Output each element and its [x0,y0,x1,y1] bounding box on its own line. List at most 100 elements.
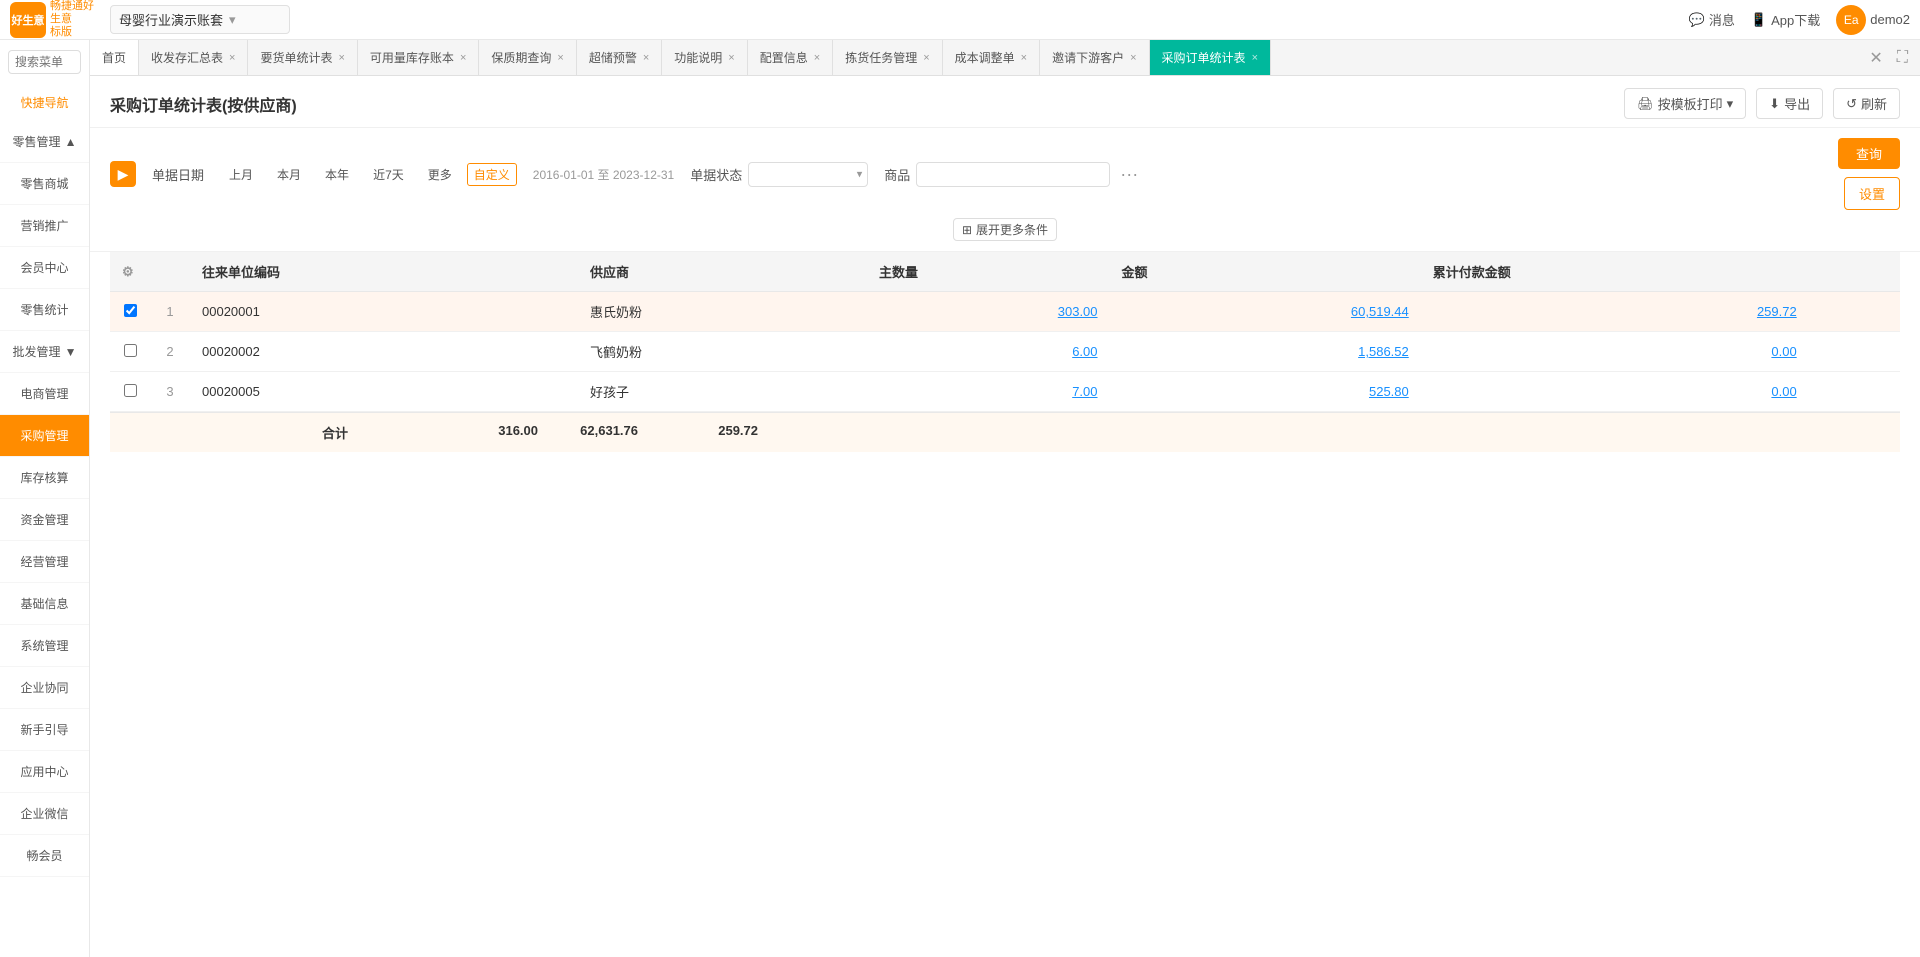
tab-overstock-alert[interactable]: 超储预警 × [577,40,662,76]
tab-collect-summary[interactable]: 收发存汇总表 × [139,40,248,76]
sidebar-item-finance[interactable]: 资金管理 [0,499,89,541]
sidebar-item-quick-nav[interactable]: 快捷导航 [0,84,89,121]
sidebar-item-app-center[interactable]: 应用中心 [0,751,89,793]
tab-available-inventory[interactable]: 可用量库存账本 × [358,40,479,76]
tab-cost-adjust[interactable]: 成本调整单 × [943,40,1040,76]
row-paid[interactable]: 0.00 [1421,372,1809,412]
row-seq: 3 [150,372,190,412]
action-buttons: 查询 设置 [1838,138,1900,210]
sidebar-item-inventory[interactable]: 库存核算 [0,457,89,499]
row-paid[interactable]: 259.72 [1421,292,1809,332]
tab-shelf-life[interactable]: 保质期查询 × [479,40,576,76]
date-range-display: 2016-01-01 至 2023-12-31 [533,166,674,183]
settings-icon[interactable]: ⚙ [122,264,134,279]
expand-more-btn[interactable]: ⊞ 展开更多条件 [953,218,1057,241]
sidebar-item-biz-mgmt[interactable]: 经营管理 [0,541,89,583]
sidebar-item-ecommerce[interactable]: 电商管理 [0,373,89,415]
tab-close-invite-downstream[interactable]: × [1130,52,1136,64]
table-row[interactable]: 2 00020002 飞鹤奶粉 6.00 1,586.52 0.00 [110,332,1900,372]
tab-close-cost-adjust[interactable]: × [1021,52,1027,64]
sidebar-item-basic-info[interactable]: 基础信息 [0,583,89,625]
tab-close-collect-summary[interactable]: × [229,52,235,64]
tab-close-overstock-alert[interactable]: × [643,52,649,64]
query-button[interactable]: 查询 [1838,138,1900,169]
tab-requisition-summary[interactable]: 要货单统计表 × [248,40,357,76]
message-label: 消息 [1709,10,1735,29]
tab-bar: 首页 收发存汇总表 × 要货单统计表 × 可用量库存账本 × 保质期查询 × [90,40,1920,76]
sidebar-item-sys-mgmt[interactable]: 系统管理 [0,625,89,667]
sidebar-item-wholesale-mgmt[interactable]: 批发管理 ▼ [0,331,89,373]
sidebar-item-retail-shop[interactable]: 零售商城 [0,163,89,205]
export-icon: ⬇ [1769,96,1780,112]
table-row[interactable]: 1 00020001 惠氏奶粉 303.00 60,519.44 259.72 [110,292,1900,332]
sidebar: 快捷导航 零售管理 ▲ 零售商城 营销推广 会员中心 零售统计 批发管理 ▼ 电… [0,40,90,957]
date-btn-this-month[interactable]: 本月 [268,163,310,186]
row-qty[interactable]: 7.00 [867,372,1109,412]
date-btn-more[interactable]: 更多 [419,163,461,186]
sidebar-item-purchase-mgmt[interactable]: 采购管理 [0,415,89,457]
date-btn-last-month[interactable]: 上月 [220,163,262,186]
sidebar-item-vip[interactable]: 畅会员 [0,835,89,877]
sidebar-item-marketing[interactable]: 营销推广 [0,205,89,247]
sidebar-item-member-center[interactable]: 会员中心 [0,247,89,289]
row-qty[interactable]: 303.00 [867,292,1109,332]
search-input[interactable] [8,50,81,74]
tab-picking-tasks[interactable]: 拣货任务管理 × [833,40,942,76]
tab-close-purchase-order-summary[interactable]: × [1252,52,1258,64]
sidebar-item-retail-stats[interactable]: 零售统计 [0,289,89,331]
row-qty[interactable]: 6.00 [867,332,1109,372]
status-filter-field: 单据状态 [690,162,868,187]
tab-close-config-info[interactable]: × [814,52,820,64]
print-button[interactable]: 🖨 按模板打印 ▾ [1624,88,1746,119]
sidebar-item-new-guide[interactable]: 新手引导 [0,709,89,751]
user-info[interactable]: Ea demo2 [1836,5,1910,35]
table-row[interactable]: 3 00020005 好孩子 7.00 525.80 0.00 [110,372,1900,412]
settings-button[interactable]: 设置 [1844,177,1900,210]
app-download-btn[interactable]: 📱 App下载 [1751,10,1820,29]
tab-close-func-desc[interactable]: × [728,52,734,64]
workspace-selector[interactable]: 母婴行业演示账套 ▾ [110,5,290,34]
row-amount[interactable]: 60,519.44 [1110,292,1421,332]
date-filter-label: 单据日期 [152,165,204,184]
row-extra [1809,372,1900,412]
export-button[interactable]: ⬇ 导出 [1756,88,1823,119]
sidebar-search-area [0,40,89,84]
row-checkbox-cell[interactable] [110,332,150,372]
row-seq: 2 [150,332,190,372]
tab-close-all-btn[interactable]: ✕ [1865,44,1886,72]
filter-area: ▶ 单据日期 上月 本月 本年 近7天 更多 自定义 2016-01-01 至 … [90,128,1920,252]
sidebar-item-retail-mgmt[interactable]: 零售管理 ▲ [0,121,89,163]
workspace-arrow: ▾ [229,12,236,28]
tab-config-info[interactable]: 配置信息 × [748,40,833,76]
tab-invite-downstream[interactable]: 邀请下游客户 × [1040,40,1149,76]
goods-filter-input[interactable] [916,162,1110,187]
sidebar-item-enterprise[interactable]: 企业协同 [0,667,89,709]
date-quick-btns: 上月 本月 本年 近7天 更多 自定义 [220,163,517,186]
tab-close-shelf-life[interactable]: × [557,52,563,64]
date-btn-7days[interactable]: 近7天 [364,163,413,186]
tab-maximize-btn[interactable]: ⛶ [1893,45,1912,71]
tab-func-desc[interactable]: 功能说明 × [662,40,747,76]
row-amount[interactable]: 1,586.52 [1110,332,1421,372]
row-amount[interactable]: 525.80 [1110,372,1421,412]
tab-close-available-inventory[interactable]: × [460,52,466,64]
status-filter-select[interactable] [748,162,868,187]
sidebar-item-enterprise-wx[interactable]: 企业微信 [0,793,89,835]
date-btn-this-year[interactable]: 本年 [316,163,358,186]
date-btn-custom[interactable]: 自定义 [467,163,517,186]
filter-toggle-btn[interactable]: ▶ [110,161,136,187]
tab-close-picking-tasks[interactable]: × [923,52,929,64]
row-checkbox-cell[interactable] [110,372,150,412]
goods-filter-more-btn[interactable]: ··· [1120,164,1138,185]
tab-close-requisition-summary[interactable]: × [338,52,344,64]
refresh-label: 刷新 [1861,94,1887,113]
message-btn[interactable]: 💬 消息 [1689,10,1735,29]
goods-filter-field: 商品 ··· [884,162,1138,187]
row-paid[interactable]: 0.00 [1421,332,1809,372]
sidebar-label-wholesale-mgmt: 批发管理 [13,343,61,360]
refresh-button[interactable]: ↺ 刷新 [1833,88,1900,119]
tab-home[interactable]: 首页 [90,40,139,76]
row-checkbox-cell[interactable] [110,292,150,332]
goods-filter-label: 商品 [884,165,910,184]
tab-purchase-order-summary[interactable]: 采购订单统计表 × [1150,40,1271,76]
